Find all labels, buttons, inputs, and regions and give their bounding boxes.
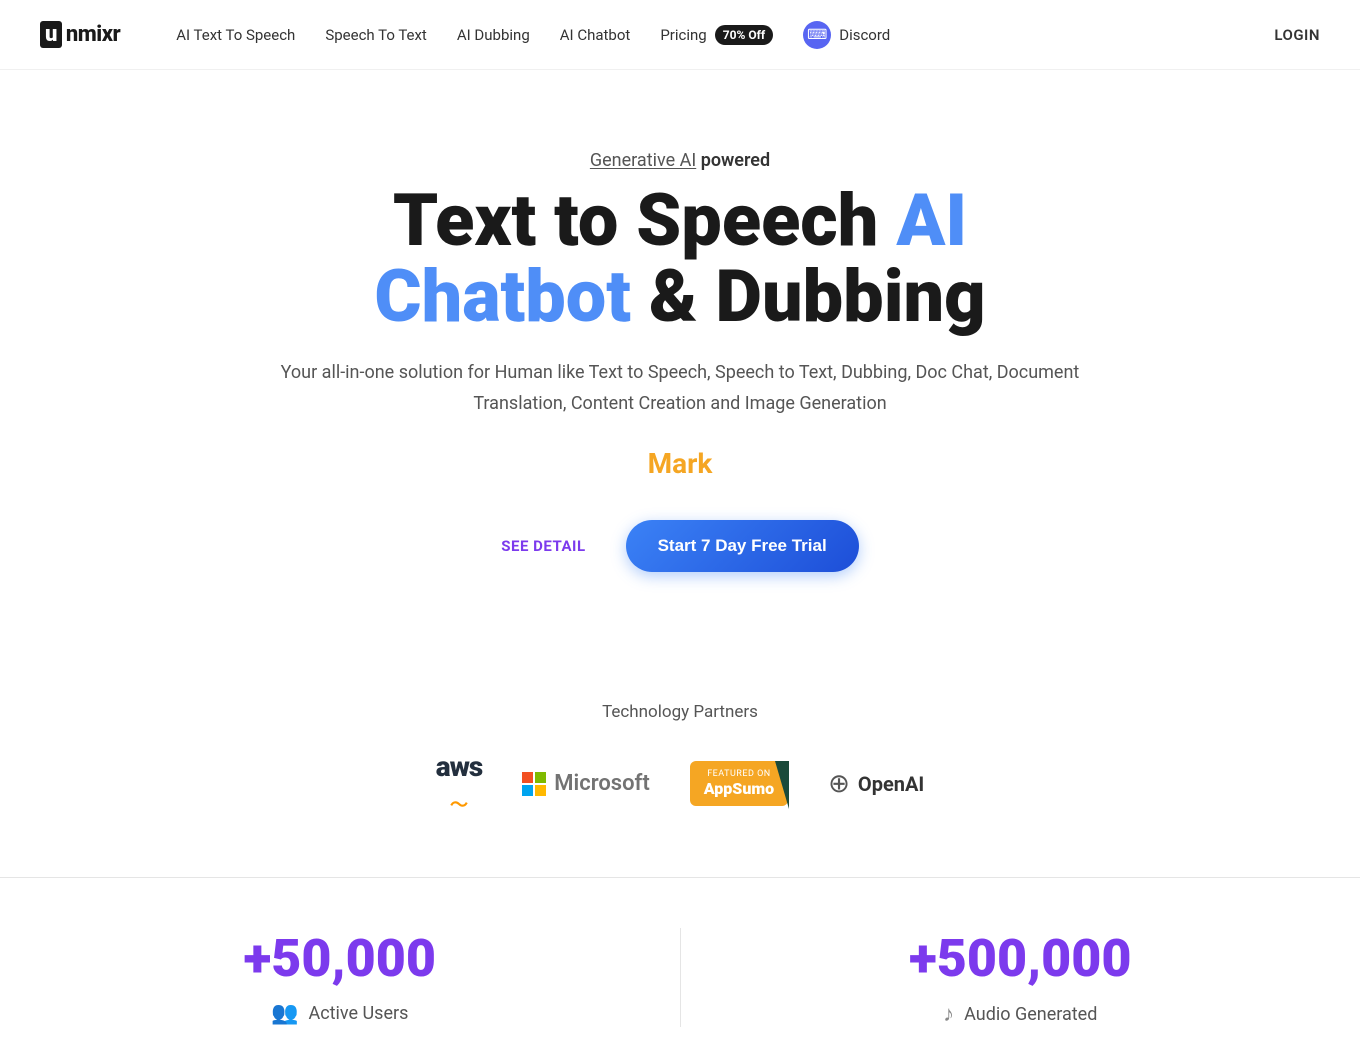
hero-actions: SEE DETAIL Start 7 Day Free Trial	[270, 520, 1090, 572]
nav-item-speech-to-text[interactable]: Speech To Text	[325, 26, 427, 44]
stat-active-users: +50,000 👥 Active Users	[0, 928, 681, 1027]
pricing-badge: 70% Off	[715, 25, 774, 45]
stat-active-users-label: Active Users	[308, 1003, 408, 1024]
ms-cell-red	[522, 772, 533, 783]
openai-symbol-icon: ⊕	[828, 769, 850, 799]
openai-text: OpenAI	[858, 772, 924, 796]
appsumo-content: FEATURED ON AppSumo	[704, 769, 774, 798]
microsoft-text: Microsoft	[554, 771, 649, 796]
hero-username: Mark	[270, 447, 1090, 480]
microsoft-grid-icon	[522, 772, 546, 796]
ms-cell-yellow	[535, 785, 546, 796]
hero-section: Generative AI powered Text to Speech AI …	[230, 70, 1130, 702]
stat-audio-generated-label-row: ♪ Audio Generated	[721, 1001, 1321, 1027]
music-icon: ♪	[943, 1001, 954, 1027]
partner-aws: aws 〜	[436, 750, 483, 817]
nav-links: AI Text To Speech Speech To Text AI Dubb…	[176, 21, 1238, 49]
navbar: unmixr AI Text To Speech Speech To Text …	[0, 0, 1360, 70]
stat-audio-generated-label: Audio Generated	[964, 1004, 1097, 1025]
stat-audio-generated: +500,000 ♪ Audio Generated	[681, 928, 1360, 1027]
appsumo-featured-label: FEATURED ON	[704, 769, 774, 779]
see-detail-link[interactable]: SEE DETAIL	[501, 537, 585, 555]
partner-microsoft: Microsoft	[522, 771, 649, 796]
hero-subtitle-underlined: Generative AI	[590, 150, 696, 171]
logo[interactable]: unmixr	[40, 21, 120, 48]
hero-title-part2: & Dubbing	[631, 254, 986, 339]
nav-item-ai-dubbing[interactable]: AI Dubbing	[457, 26, 530, 44]
aws-text: aws	[436, 750, 483, 783]
login-button[interactable]: LOGIN	[1274, 26, 1320, 44]
partner-openai: ⊕ OpenAI	[828, 769, 924, 799]
nav-item-pricing[interactable]: Pricing	[660, 26, 706, 44]
hero-subtitle-row: Generative AI powered	[270, 150, 1090, 171]
partners-section: Technology Partners aws 〜 Microsoft FEAT…	[0, 702, 1360, 877]
partners-logos: aws 〜 Microsoft FEATURED ON AppSumo ⊕ Op…	[40, 750, 1320, 817]
ms-cell-blue	[522, 785, 533, 796]
stat-active-users-number: +50,000	[40, 928, 640, 989]
stat-audio-generated-number: +500,000	[721, 928, 1321, 989]
nav-item-discord[interactable]: ⌨ Discord	[803, 21, 890, 49]
nav-item-ai-chatbot[interactable]: AI Chatbot	[560, 26, 631, 44]
hero-description: Your all-in-one solution for Human like …	[270, 358, 1090, 419]
appsumo-name-text: AppSumo	[704, 779, 774, 798]
users-icon: 👥	[271, 1001, 298, 1026]
discord-icon: ⌨	[803, 21, 831, 49]
hero-title-part1: Text to Speech	[393, 178, 896, 263]
stat-active-users-label-row: 👥 Active Users	[40, 1001, 640, 1026]
stats-section: +50,000 👥 Active Users +500,000 ♪ Audio …	[0, 877, 1360, 1047]
aws-smile-icon: 〜	[450, 791, 468, 817]
discord-label: Discord	[839, 26, 890, 44]
hero-subtitle-plain: powered	[696, 150, 770, 171]
hero-title: Text to Speech AI Chatbot & Dubbing	[270, 183, 1090, 334]
partners-title: Technology Partners	[40, 702, 1320, 722]
nav-item-ai-text-to-speech[interactable]: AI Text To Speech	[176, 26, 295, 44]
appsumo-bookmark-icon	[775, 761, 789, 809]
partner-appsumo: FEATURED ON AppSumo	[690, 761, 788, 806]
ms-cell-green	[535, 772, 546, 783]
cta-button[interactable]: Start 7 Day Free Trial	[626, 520, 859, 572]
pricing-wrapper: Pricing 70% Off	[660, 25, 773, 45]
